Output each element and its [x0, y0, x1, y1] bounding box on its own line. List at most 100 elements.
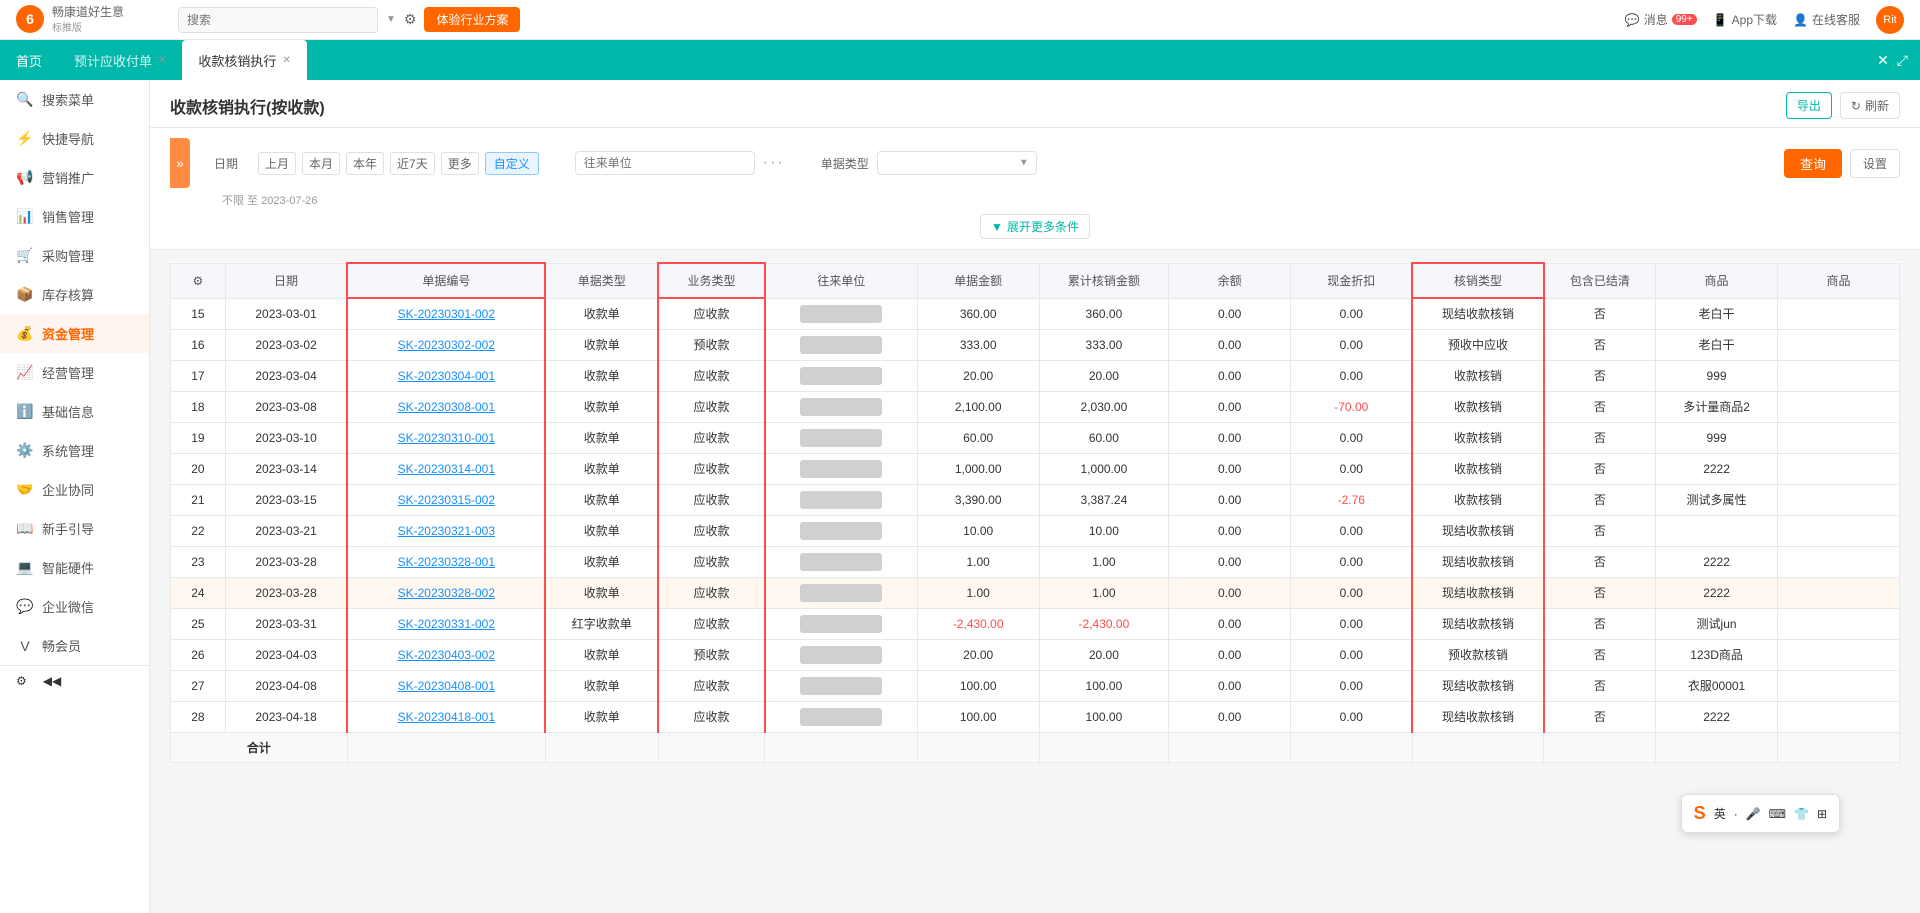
refresh-button[interactable]: ↻ 刷新: [1840, 92, 1900, 119]
cell-biz-type: 应收款: [658, 453, 765, 484]
date-custom-badge[interactable]: 自定义: [485, 152, 539, 175]
sidebar-item-marketing[interactable]: 📢 营销推广: [0, 158, 149, 197]
app-download-item[interactable]: 📱 App下载: [1713, 11, 1777, 28]
cell-no: 25: [171, 608, 226, 639]
order-link[interactable]: SK-20230418-001: [398, 710, 495, 724]
settings-bottom-icon[interactable]: ⚙: [16, 674, 27, 688]
sidebar-item-vip[interactable]: V 畅会员: [0, 626, 149, 665]
tab-cancellation-close-icon[interactable]: ✕: [282, 55, 290, 66]
cell-unit: ████: [765, 391, 917, 422]
tab-home[interactable]: 首页: [0, 40, 58, 80]
sidebar-item-basics[interactable]: ℹ️ 基础信息: [0, 392, 149, 431]
table-row: 27 2023-04-08 SK-20230408-001 收款单 应收款 ██…: [171, 670, 1900, 701]
cell-cancel-type: 现结收款核销: [1412, 608, 1543, 639]
tab-close-all-icon[interactable]: ✕: [1877, 52, 1889, 69]
cell-amount: 360.00: [917, 298, 1039, 329]
order-link[interactable]: SK-20230302-002: [398, 338, 495, 352]
sidebar-item-sales[interactable]: 📊 销售管理: [0, 197, 149, 236]
sidebar-bottom-icons: ⚙ ◀◀: [0, 665, 149, 696]
page-actions: 导出 ↻ 刷新: [1786, 92, 1900, 119]
date-btn-7days[interactable]: 近7天: [390, 152, 435, 175]
cell-discount: 0.00: [1291, 639, 1413, 670]
cell-biz-type: 应收款: [658, 670, 765, 701]
watermark-keyboard-icon: ⌨: [1769, 807, 1786, 821]
sidebar-item-inventory[interactable]: 📦 库存核算: [0, 275, 149, 314]
order-link[interactable]: SK-20230331-002: [398, 617, 495, 631]
order-link[interactable]: SK-20230301-002: [398, 307, 495, 321]
sidebar-item-collab[interactable]: 🤝 企业协同: [0, 470, 149, 509]
order-link[interactable]: SK-20230408-001: [398, 679, 495, 693]
cell-date: 2023-03-01: [225, 298, 347, 329]
cell-cancel-type: 现结收款核销: [1412, 670, 1543, 701]
message-item[interactable]: 💬 消息 99+: [1625, 11, 1697, 28]
cell-order-no: SK-20230310-001: [347, 422, 545, 453]
order-link[interactable]: SK-20230304-001: [398, 369, 495, 383]
type-filter-label: 单据类型: [821, 155, 869, 172]
cell-discount: 0.00: [1291, 422, 1413, 453]
gear-icon[interactable]: ⚙: [404, 11, 417, 28]
tab-receivable[interactable]: 预计应收付单 ✕: [58, 40, 182, 80]
type-filter-select[interactable]: [877, 151, 1037, 175]
filter-toggle-button[interactable]: »: [170, 138, 190, 188]
setting-button[interactable]: 设置: [1850, 149, 1900, 178]
date-btn-last-month[interactable]: 上月: [258, 152, 296, 175]
date-btn-this-year[interactable]: 本年: [346, 152, 384, 175]
order-link[interactable]: SK-20230328-001: [398, 555, 495, 569]
refresh-icon: ↻: [1851, 99, 1861, 113]
watermark-s-icon: S: [1694, 803, 1706, 824]
sidebar-item-guide[interactable]: 📖 新手引导: [0, 509, 149, 548]
search-input[interactable]: [178, 7, 378, 33]
order-link[interactable]: SK-20230403-002: [398, 648, 495, 662]
sidebar-item-system[interactable]: ⚙️ 系统管理: [0, 431, 149, 470]
online-service-item[interactable]: 👤 在线客服: [1793, 11, 1860, 28]
order-link[interactable]: SK-20230310-001: [398, 431, 495, 445]
query-button[interactable]: 查询: [1784, 149, 1842, 178]
industry-solution-button[interactable]: 体验行业方案: [424, 7, 520, 32]
sidebar-item-purchase[interactable]: 🛒 采购管理: [0, 236, 149, 275]
order-link[interactable]: SK-20230315-002: [398, 493, 495, 507]
cell-cancel-type: 现结收款核销: [1412, 577, 1543, 608]
date-btn-more[interactable]: 更多: [441, 152, 479, 175]
logo-badge: 标推版: [52, 19, 124, 34]
sidebar-item-wechat[interactable]: 💬 企业微信: [0, 587, 149, 626]
user-avatar[interactable]: Rit: [1876, 6, 1904, 34]
main-content: 收款核销执行(按收款) 导出 ↻ 刷新 » 日期 上月 本月 本年 近7天 更多: [150, 80, 1920, 913]
tab-cancellation[interactable]: 收款核销执行 ✕: [182, 40, 306, 80]
page-title: 收款核销执行(按收款): [170, 94, 325, 118]
cell-date: 2023-03-08: [225, 391, 347, 422]
order-link[interactable]: SK-20230328-002: [398, 586, 495, 600]
table-row: 17 2023-03-04 SK-20230304-001 收款单 应收款 ██…: [171, 360, 1900, 391]
sidebar-item-search[interactable]: 🔍 搜索菜单: [0, 80, 149, 119]
sidebar-item-quicknav[interactable]: ⚡ 快捷导航: [0, 119, 149, 158]
cell-no: 17: [171, 360, 226, 391]
sidebar-item-hardware[interactable]: 💻 智能硬件: [0, 548, 149, 587]
cell-amount: 20.00: [917, 639, 1039, 670]
unit-filter-input[interactable]: [575, 151, 755, 175]
order-link[interactable]: SK-20230314-001: [398, 462, 495, 476]
export-button[interactable]: 导出: [1786, 92, 1832, 119]
sidebar-item-operations[interactable]: 📈 经营管理: [0, 353, 149, 392]
basics-icon: ℹ️: [16, 403, 34, 420]
sidebar-item-finance[interactable]: 💰 资金管理: [0, 314, 149, 353]
collapse-icon[interactable]: ◀◀: [43, 674, 61, 688]
date-btn-this-month[interactable]: 本月: [302, 152, 340, 175]
cell-product: 衣服00001: [1656, 670, 1778, 701]
cell-balance: 0.00: [1169, 639, 1291, 670]
order-link[interactable]: SK-20230308-001: [398, 400, 495, 414]
tab-receivable-close-icon[interactable]: ✕: [158, 55, 166, 66]
order-link[interactable]: SK-20230321-003: [398, 524, 495, 538]
cell-product: [1656, 515, 1778, 546]
cell-order-no: SK-20230331-002: [347, 608, 545, 639]
expand-conditions-button[interactable]: ▼ 展开更多条件: [980, 214, 1090, 239]
cell-amount: 3,390.00: [917, 484, 1039, 515]
cell-product: 999: [1656, 422, 1778, 453]
cell-cum-amount: 2,030.00: [1039, 391, 1169, 422]
cell-order-type: 收款单: [545, 577, 658, 608]
cell-included: 否: [1544, 701, 1656, 732]
tab-expand-icon[interactable]: ⤢: [1897, 52, 1908, 69]
vip-icon: V: [16, 638, 34, 654]
cell-order-no: SK-20230315-002: [347, 484, 545, 515]
table-container[interactable]: ⚙ 日期 单据编号 单据类型 业务类型 往来单位 单据金额 累计核销金额 余额 …: [150, 250, 1920, 913]
cell-order-no: SK-20230304-001: [347, 360, 545, 391]
cell-cancel-type: 现结收款核销: [1412, 701, 1543, 732]
